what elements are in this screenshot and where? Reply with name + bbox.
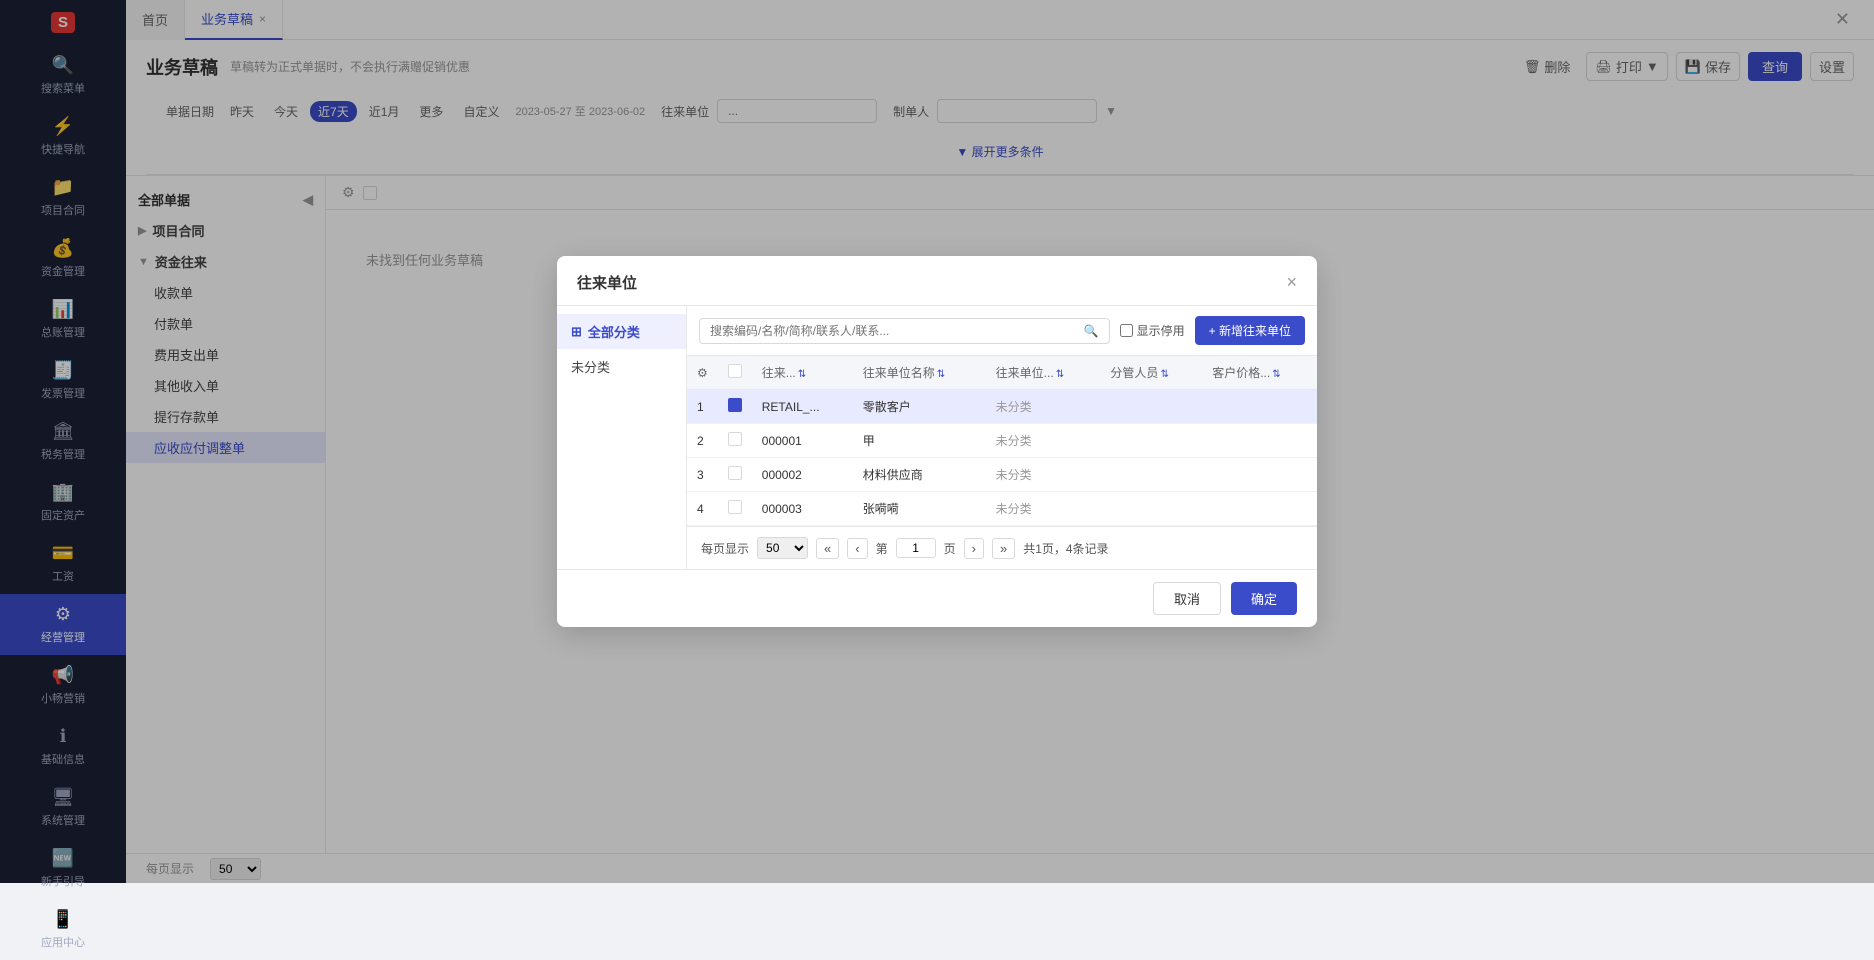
- row-code: 000002: [752, 458, 853, 492]
- dialog-table-row[interactable]: 2 000001 甲 未分类: [687, 424, 1317, 458]
- prev-page-btn[interactable]: ‹: [847, 538, 867, 559]
- row-price: [1202, 492, 1317, 526]
- dialog-header: 往来单位 ×: [557, 256, 1317, 306]
- row-no: 4: [687, 492, 718, 526]
- row-name: 甲: [853, 424, 986, 458]
- grid-icon: ⊞: [571, 324, 582, 340]
- th-name: 往来单位名称⇅: [853, 356, 986, 390]
- row-no: 1: [687, 390, 718, 424]
- th-settings[interactable]: ⚙: [687, 356, 718, 390]
- add-partner-button[interactable]: + 新增往来单位: [1195, 316, 1305, 345]
- row-manager: [1100, 424, 1202, 458]
- app-center-icon: 📱: [52, 909, 74, 930]
- row-category: 未分类: [986, 458, 1101, 492]
- last-page-btn[interactable]: »: [992, 538, 1015, 559]
- per-page-label: 每页显示: [701, 540, 749, 557]
- row-category: 未分类: [986, 492, 1101, 526]
- row-price: [1202, 424, 1317, 458]
- row-manager: [1100, 492, 1202, 526]
- row-price: [1202, 390, 1317, 424]
- show-disabled-label[interactable]: 显示停用: [1120, 322, 1185, 339]
- sidebar-item-app-center[interactable]: 📱 应用中心: [0, 899, 126, 960]
- row-no: 3: [687, 458, 718, 492]
- th-category: 往来单位...⇅: [986, 356, 1101, 390]
- page-suffix: 页: [944, 540, 956, 557]
- cancel-button[interactable]: 取消: [1153, 582, 1221, 615]
- dialog-title: 往来单位: [577, 272, 637, 293]
- row-code: RETAIL_...: [752, 390, 853, 424]
- show-disabled-checkbox[interactable]: [1120, 324, 1133, 337]
- row-code: 000001: [752, 424, 853, 458]
- th-price: 客户价格...⇅: [1202, 356, 1317, 390]
- dialog-sidebar: ⊞ 全部分类 未分类: [557, 306, 687, 569]
- page-number-input[interactable]: [896, 538, 936, 558]
- dialog-table-row[interactable]: 1 RETAIL_... 零散客户 未分类: [687, 390, 1317, 424]
- partner-dialog: 往来单位 × ⊞ 全部分类 未分类 🔍: [557, 256, 1317, 627]
- dialog-body: ⊞ 全部分类 未分类 🔍 显示停用: [557, 306, 1317, 569]
- row-name: 张嗬嗬: [853, 492, 986, 526]
- dialog-table-row[interactable]: 4 000003 张嗬嗬 未分类: [687, 492, 1317, 526]
- first-page-btn[interactable]: «: [816, 538, 839, 559]
- th-manager: 分管人员⇅: [1100, 356, 1202, 390]
- dialog-close-btn[interactable]: ×: [1286, 272, 1297, 293]
- dialog-search-box[interactable]: 🔍: [699, 318, 1110, 344]
- dialog-table-row[interactable]: 3 000002 材料供应商 未分类: [687, 458, 1317, 492]
- row-name: 材料供应商: [853, 458, 986, 492]
- row-checkbox[interactable]: [718, 390, 752, 424]
- dialog-sidebar-uncategorized[interactable]: 未分类: [557, 349, 686, 384]
- dialog-pagination: 每页显示 50 100 « ‹ 第 页 › » 共1页，4条记录: [687, 526, 1317, 569]
- dialog-toolbar: 🔍 显示停用 + 新增往来单位: [687, 306, 1317, 356]
- dialog-search-input[interactable]: [710, 324, 1078, 338]
- row-category: 未分类: [986, 424, 1101, 458]
- th-checkbox[interactable]: [718, 356, 752, 390]
- row-code: 000003: [752, 492, 853, 526]
- row-manager: [1100, 390, 1202, 424]
- dialog-footer: 取消 确定: [557, 569, 1317, 627]
- next-page-btn[interactable]: ›: [964, 538, 984, 559]
- th-code: 往来...⇅: [752, 356, 853, 390]
- dialog-table-header-row: ⚙ 往来...⇅ 往来单位名称⇅ 往来单位...⇅ 分管人员⇅ 客户价格...⇅: [687, 356, 1317, 390]
- total-records: 共1页，4条记录: [1023, 540, 1108, 557]
- row-price: [1202, 458, 1317, 492]
- row-name: 零散客户: [853, 390, 986, 424]
- dialog-main: 🔍 显示停用 + 新增往来单位 ⚙: [687, 306, 1317, 569]
- row-category: 未分类: [986, 390, 1101, 424]
- row-manager: [1100, 458, 1202, 492]
- dialog-table: ⚙ 往来...⇅ 往来单位名称⇅ 往来单位...⇅ 分管人员⇅ 客户价格...⇅…: [687, 356, 1317, 526]
- row-checkbox[interactable]: [718, 458, 752, 492]
- dialog-per-page-select[interactable]: 50 100: [757, 537, 808, 559]
- search-icon: 🔍: [1084, 324, 1099, 338]
- page-label: 第: [876, 540, 888, 557]
- row-checkbox[interactable]: [718, 424, 752, 458]
- row-checkbox[interactable]: [718, 492, 752, 526]
- dialog-overlay: 往来单位 × ⊞ 全部分类 未分类 🔍: [0, 0, 1874, 883]
- confirm-button[interactable]: 确定: [1231, 582, 1297, 615]
- dialog-sidebar-all-categories[interactable]: ⊞ 全部分类: [557, 314, 686, 349]
- row-no: 2: [687, 424, 718, 458]
